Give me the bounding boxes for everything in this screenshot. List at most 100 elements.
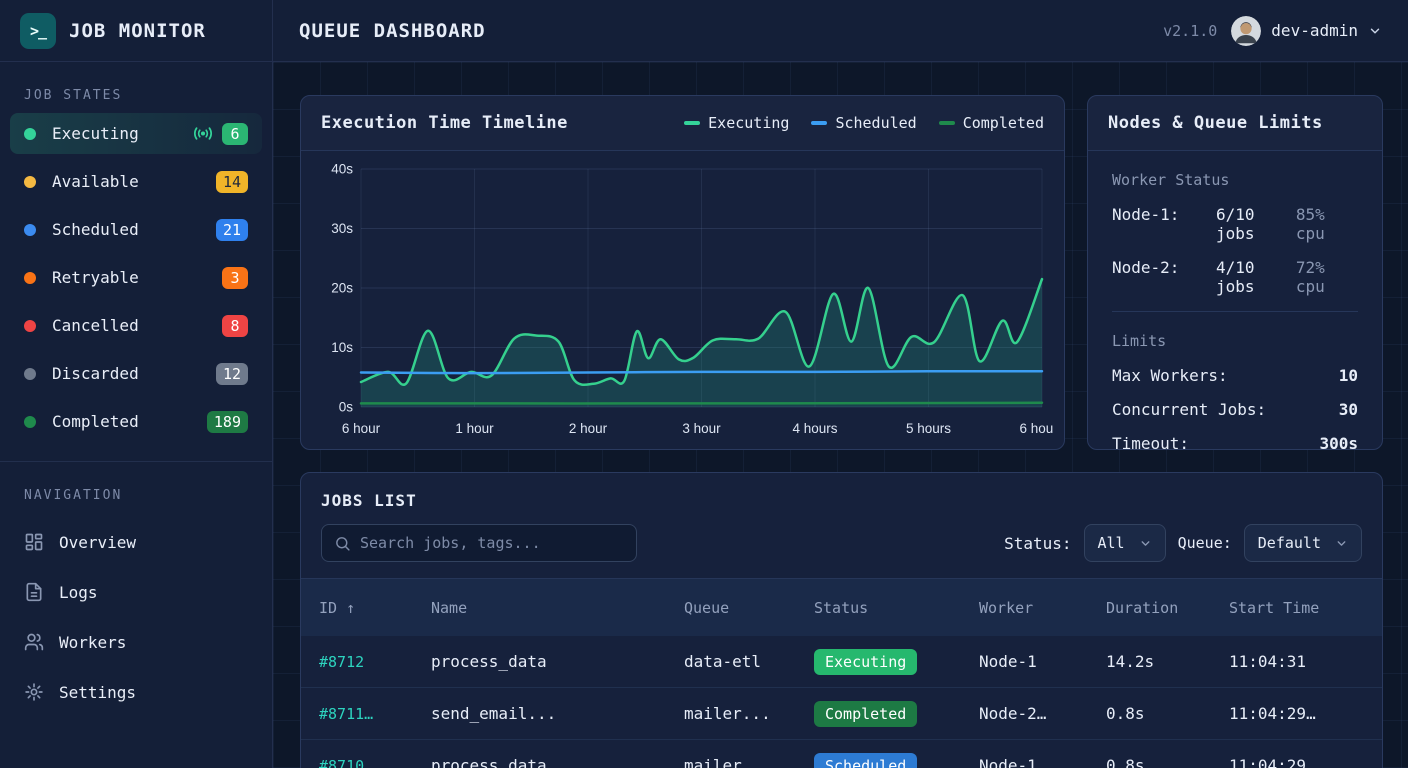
column-header-worker[interactable]: Worker [979,599,1106,617]
limit-name: Concurrent Jobs: [1112,400,1267,419]
job-start-time: 11:04:31 [1229,652,1307,671]
sidebar-item-cancelled[interactable]: Cancelled 8 [10,305,262,346]
column-header-name[interactable]: Name [431,599,684,617]
count-badge: 6 [222,122,248,145]
legend-label: Executing [708,114,790,132]
job-start-time: 11:04:29… [1229,704,1316,723]
jobs-list-title: JOBS LIST [321,491,417,510]
status-dot [24,271,36,284]
sidebar-item-retryable[interactable]: Retryable 3 [10,257,262,298]
queue-select[interactable]: Default [1243,524,1362,562]
limit-value: 300s [1319,434,1358,450]
legend-item-scheduled[interactable]: Scheduled [811,114,917,132]
job-duration: 0.8s [1106,704,1145,723]
sidebar-item-workers[interactable]: Workers [10,617,262,667]
avatar [1231,15,1262,46]
nodes-limits-panel: Nodes & Queue Limits Worker Status Node-… [1087,95,1383,450]
column-header-queue[interactable]: Queue [684,599,814,617]
x-tick-label: 4 hours [792,421,837,436]
worker-status-label: Worker Status [1112,171,1230,189]
live-pulse-icon [192,126,214,141]
node-name: Node-2: [1112,258,1180,277]
username: dev-admin [1271,21,1358,40]
table-row[interactable]: #8710 process_data mailer Scheduled Node… [301,740,1382,768]
gear-icon [25,683,43,701]
sidebar-item-scheduled[interactable]: Scheduled 21 [10,209,262,250]
column-header-status[interactable]: Status [814,599,979,617]
topbar-right: v2.1.0 dev-admin [1163,15,1382,46]
chart-title: Execution Time Timeline [321,113,568,133]
column-header-duration[interactable]: Duration [1106,599,1229,617]
count-badge: 3 [222,266,248,289]
limit-row: Max Workers: 10 [1112,366,1358,385]
nav-label: Settings [59,682,137,702]
node-jobs: 4/10 jobs [1216,258,1255,296]
jobs-controls: Status: All Queue: Default [321,524,1362,562]
chevron-down-icon [1370,28,1380,33]
x-tick-label: 1 hour [455,421,494,436]
sidebar-item-settings[interactable]: Settings [10,667,262,717]
job-name: process_data [431,756,547,768]
sidebar-item-executing[interactable]: Executing 6 [10,113,262,154]
status-select[interactable]: All [1083,524,1166,562]
job-queue: mailer... [684,704,771,723]
job-id-link[interactable]: #8712 [319,653,431,671]
legend-item-completed[interactable]: Completed [938,114,1044,132]
chart-legend: Executing Scheduled Completed [684,114,1044,132]
table-row[interactable]: #8712 process_data data-etl Executing No… [301,636,1382,688]
sidebar: >_ JOB MONITOR JOB STATES Executing 6 Av… [0,0,273,768]
x-tick-label: 3 hour [682,421,721,436]
legend-swatch [811,121,828,125]
node-jobs: 6/10 jobs [1216,205,1255,243]
legend-item-executing[interactable]: Executing [684,114,789,132]
users-icon [24,633,44,651]
user-menu[interactable]: dev-admin [1231,15,1382,46]
node-cpu: 85% cpu [1295,205,1325,243]
main-area: QUEUE DASHBOARD v2.1.0 dev-admin Executi… [273,0,1408,768]
search-box[interactable] [321,524,637,562]
jobs-table-header: ID ↑ Name Queue Status Worker Duration S… [301,579,1382,636]
y-tick-label: 30s [331,221,353,236]
terminal-icon: >_ [20,12,56,49]
job-queue: mailer [684,756,742,768]
jobs-table: ID ↑ Name Queue Status Worker Duration S… [301,579,1382,768]
status-badge: Scheduled [814,752,918,768]
table-row[interactable]: #8711… send_email... mailer... Completed… [301,688,1382,740]
job-id-link[interactable]: #8711… [319,705,431,723]
sidebar-item-logs[interactable]: Logs [10,567,262,617]
state-label: Executing [52,124,139,143]
y-tick-label: 0s [339,400,354,415]
limit-name: Max Workers: [1112,366,1228,385]
sidebar-item-overview[interactable]: Overview [10,517,262,567]
column-header-start-time[interactable]: Start Time [1229,599,1382,617]
y-tick-label: 40s [331,162,353,177]
execution-timeline-panel: Execution Time Timeline Executing Schedu… [300,95,1065,450]
state-label: Retryable [52,268,139,287]
navigation-header: NAVIGATION [24,488,123,503]
job-name: process_data [431,652,547,671]
app-root: >_ JOB MONITOR JOB STATES Executing 6 Av… [0,0,1408,768]
y-tick-label: 20s [331,281,353,296]
job-duration: 14.2s [1106,652,1155,671]
chevron-down-icon [1337,540,1346,546]
nodes-panel-title: Nodes & Queue Limits [1108,113,1323,133]
limit-value: 30 [1338,400,1358,419]
sidebar-divider [0,461,272,462]
legend-swatch [938,121,955,125]
job-worker: Node-2… [979,704,1047,723]
execution-timeline-chart: 0s 10s 20s 30s 40s 6 hour 1 hour 2 hour 3 hour 4 … [313,155,1064,449]
job-id-link[interactable]: #8710 [319,757,431,768]
sidebar-item-completed[interactable]: Completed 189 [10,401,262,442]
divider [1112,311,1358,312]
top-row: Execution Time Timeline Executing Schedu… [300,95,1383,450]
search-input[interactable] [360,534,624,552]
sidebar-item-discarded[interactable]: Discarded 12 [10,353,262,394]
status-dot [24,415,36,428]
nav-label: Overview [59,532,137,552]
chart-panel-header: Execution Time Timeline Executing Schedu… [301,96,1064,151]
jobs-list-panel: JOBS LIST Status: All Queue: [300,472,1383,768]
chevron-down-icon [1141,540,1150,546]
column-header-id[interactable]: ID ↑ [319,599,431,617]
sidebar-item-available[interactable]: Available 14 [10,161,262,202]
nav-label: Workers [59,632,127,652]
